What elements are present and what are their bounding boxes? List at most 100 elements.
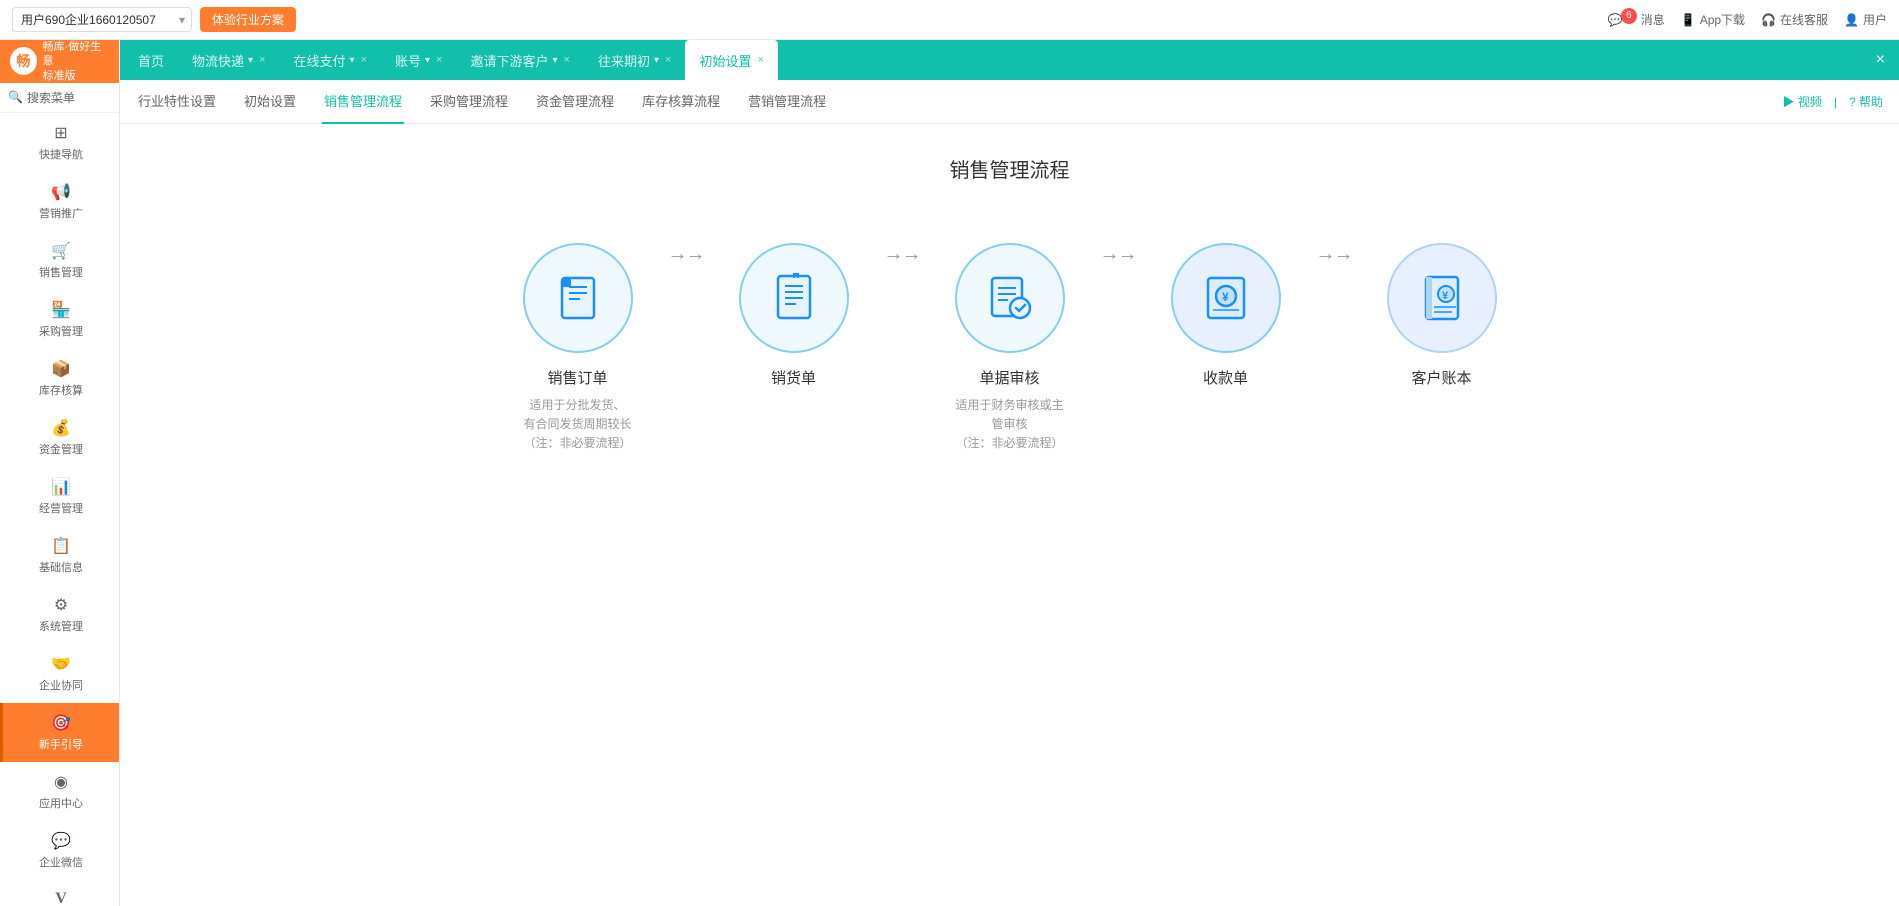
operations-label: 经营管理 [39, 500, 83, 516]
headset-icon: 🎧 [1761, 13, 1776, 27]
app-download-item[interactable]: 📱 App下载 [1681, 11, 1745, 28]
user-avatar[interactable]: 👤 用户 [1844, 11, 1887, 28]
messages-icon-item[interactable]: 💬 6 消息 [1608, 11, 1665, 28]
avatar-icon: 👤 [1844, 13, 1859, 27]
flow-step-sales-order[interactable]: 销售订单 适用于分批发货、有合同发货周期较长（注：非必要流程） [488, 243, 668, 454]
flow-step-invoice[interactable]: 销货单 [704, 243, 884, 396]
user-selector[interactable]: 用户690企业1660120507 [12, 7, 192, 32]
audit-icon [984, 272, 1036, 324]
tab-period-label: 往来期初 [598, 51, 650, 70]
video-help-item[interactable]: ▶ 视频 [1782, 93, 1821, 110]
trial-button[interactable]: 体验行业方案 [200, 7, 296, 32]
flow-step-account[interactable]: ¥ 客户账本 [1352, 243, 1532, 396]
sidebar-item-member[interactable]: V 畅会员 [0, 880, 119, 906]
enterprise-label: 企业协同 [39, 677, 83, 693]
sidebar-item-beginner[interactable]: 🎯 新手引导 [0, 703, 119, 762]
operations-icon: 📊 [51, 477, 71, 497]
close-all-button[interactable]: × [1866, 51, 1895, 69]
sidebar-item-app-center[interactable]: ◉ 应用中心 [0, 762, 119, 821]
system-icon: ⚙ [54, 595, 68, 615]
tab-period[interactable]: 往来期初 ▾ × [584, 40, 685, 80]
page-title: 销售管理流程 [160, 154, 1859, 183]
flow-step-audit-name: 单据审核 [979, 367, 1039, 388]
sidebar-item-finance[interactable]: 💰 资金管理 [0, 408, 119, 467]
online-service-label: 在线客服 [1780, 11, 1828, 28]
sub-tab-purchase-flow-label: 采购管理流程 [430, 91, 508, 110]
sub-tab-industry[interactable]: 行业特性设置 [136, 80, 218, 124]
sidebar-item-operations[interactable]: 📊 经营管理 [0, 467, 119, 526]
flow-step-receipt[interactable]: ¥ 收款单 [1136, 243, 1316, 396]
flow-step-sales-order-name: 销售订单 [547, 367, 607, 388]
sub-tab-purchase-flow[interactable]: 采购管理流程 [428, 80, 510, 124]
account-book-icon: ¥ [1416, 272, 1468, 324]
sub-tab-marketing-flow[interactable]: 营销管理流程 [746, 80, 828, 124]
tab-invite-label: 邀请下游客户 [470, 51, 548, 70]
quick-nav-label: 快捷导航 [39, 146, 83, 162]
tab-logistics-close[interactable]: × [259, 54, 265, 66]
help-item[interactable]: ? 帮助 [1849, 93, 1883, 110]
flow-circle-invoice [739, 243, 849, 353]
marketing-icon: 📢 [51, 182, 71, 202]
sub-tab-sales-flow[interactable]: 销售管理流程 [322, 80, 404, 124]
tab-invite[interactable]: 邀请下游客户 ▾ × [456, 40, 583, 80]
flow-step-audit[interactable]: 单据审核 适用于财务审核或主管审核（注：非必要流程） [920, 243, 1100, 454]
online-service-item[interactable]: 🎧 在线客服 [1761, 11, 1828, 28]
tab-period-arrow: ▾ [654, 55, 659, 66]
receipt-icon: ¥ [1200, 272, 1252, 324]
flow-circle-account: ¥ [1387, 243, 1497, 353]
tab-account[interactable]: 账号 ▾ × [381, 40, 456, 80]
tab-setup-close[interactable]: × [757, 54, 763, 66]
sidebar-item-marketing[interactable]: 📢 营销推广 [0, 172, 119, 231]
sub-tab-finance-flow-label: 资金管理流程 [536, 91, 614, 110]
tab-payment-close[interactable]: × [361, 54, 367, 66]
sub-tab-initial-label: 初始设置 [244, 91, 296, 110]
flow-arrow-2: →→ [884, 243, 920, 346]
tab-logistics[interactable]: 物流快递 ▾ × [178, 40, 279, 80]
tab-account-arrow: ▾ [425, 55, 430, 66]
help-label: 帮助 [1859, 95, 1883, 109]
logo-line1: 畅库·做好生意 [43, 40, 109, 69]
beginner-label: 新手引导 [39, 736, 83, 752]
beginner-icon: 🎯 [51, 713, 71, 733]
divider: | [1834, 95, 1837, 109]
quick-nav-icon: ⊞ [54, 123, 67, 143]
tab-home[interactable]: 首页 [124, 40, 178, 80]
sidebar-item-quick-nav[interactable]: ⊞ 快捷导航 [0, 113, 119, 172]
play-icon: ▶ [1782, 95, 1794, 109]
tab-setup[interactable]: 初始设置 × [685, 40, 777, 80]
sub-tab-initial[interactable]: 初始设置 [242, 80, 298, 124]
search-menu[interactable]: 🔍 搜索菜单 [0, 83, 119, 113]
purchase-icon: 🏪 [51, 300, 71, 320]
sidebar-item-system[interactable]: ⚙ 系统管理 [0, 585, 119, 644]
sidebar-item-wechat[interactable]: 💬 企业微信 [0, 821, 119, 880]
app-download-label: App下载 [1700, 11, 1745, 28]
sub-tab-inventory-flow-label: 库存核算流程 [642, 91, 720, 110]
tab-period-close[interactable]: × [665, 54, 671, 66]
tab-invite-close[interactable]: × [564, 54, 570, 66]
sub-tab-finance-flow[interactable]: 资金管理流程 [534, 80, 616, 124]
purchase-label: 采购管理 [39, 323, 83, 339]
flow-diagram: 销售订单 适用于分批发货、有合同发货周期较长（注：非必要流程） →→ [160, 243, 1859, 454]
sidebar-item-basic-info[interactable]: 📋 基础信息 [0, 526, 119, 585]
top-bar: 用户690企业1660120507 体验行业方案 💬 6 消息 📱 App下载 … [0, 0, 1899, 40]
wechat-icon: 💬 [51, 831, 71, 851]
tab-account-close[interactable]: × [436, 54, 442, 66]
basic-info-label: 基础信息 [39, 559, 83, 575]
video-label: 视频 [1798, 95, 1822, 109]
basic-info-icon: 📋 [51, 536, 71, 556]
tab-payment[interactable]: 在线支付 ▾ × [280, 40, 381, 80]
svg-text:¥: ¥ [1442, 290, 1449, 302]
sidebar-item-purchase[interactable]: 🏪 采购管理 [0, 290, 119, 349]
sidebar-item-inventory[interactable]: 📦 库存核算 [0, 349, 119, 408]
message-badge: 6 [1621, 8, 1637, 24]
flow-circle-sales-order [523, 243, 633, 353]
flow-step-receipt-name: 收款单 [1203, 367, 1248, 388]
flow-circle-receipt: ¥ [1171, 243, 1281, 353]
sidebar-item-sales[interactable]: 🛒 销售管理 [0, 231, 119, 290]
search-icon: 🔍 [8, 90, 23, 104]
sidebar-item-enterprise[interactable]: 🤝 企业协同 [0, 644, 119, 703]
sub-tab-help: ▶ 视频 | ? 帮助 [1782, 93, 1883, 110]
question-icon: ? [1849, 95, 1856, 109]
sub-tab-inventory-flow[interactable]: 库存核算流程 [640, 80, 722, 124]
inventory-icon: 📦 [51, 359, 71, 379]
